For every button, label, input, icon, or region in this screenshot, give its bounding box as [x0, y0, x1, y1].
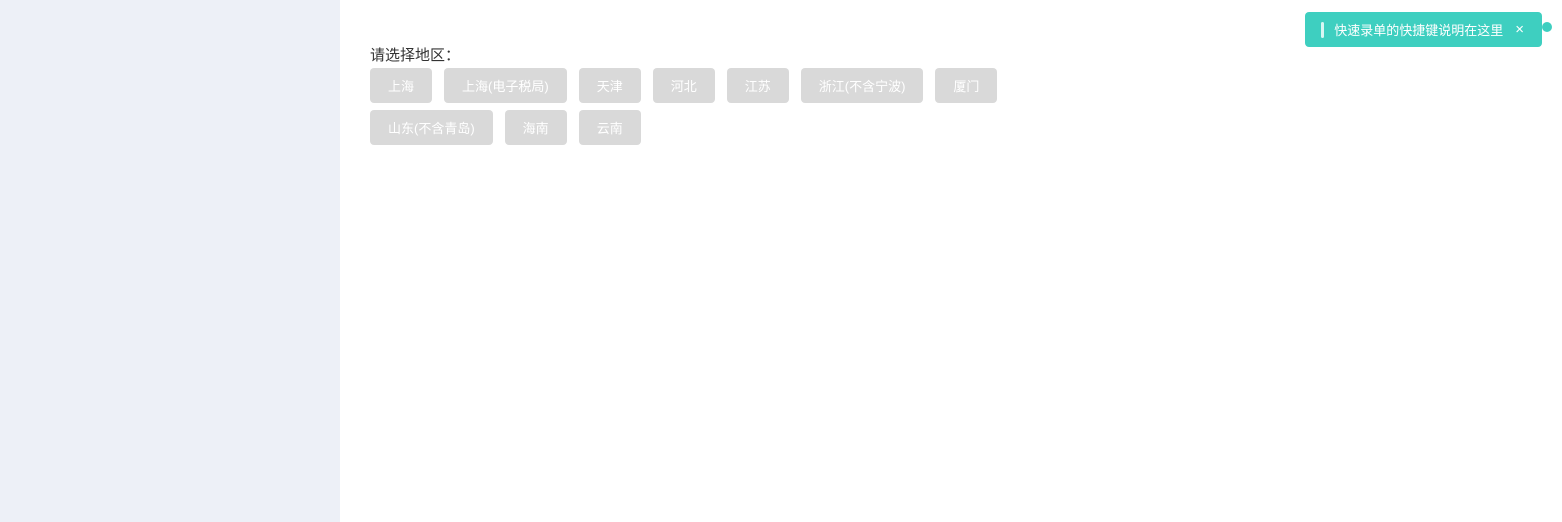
region-buttons-row1: 上海 上海(电子税局) 天津 河北 江苏 浙江(不含宁波) 厦门: [370, 68, 997, 103]
region-buttons-row2: 山东(不含青岛) 海南 云南: [370, 110, 641, 145]
btn-yunnan[interactable]: 云南: [579, 110, 641, 145]
btn-tianjin[interactable]: 天津: [579, 68, 641, 103]
btn-hainan[interactable]: 海南: [505, 110, 567, 145]
tooltip-dot: [1542, 22, 1552, 32]
tooltip-text: 快速录单的快捷键说明在这里: [1334, 20, 1503, 39]
main-content: 请选择地区： 上海 上海(电子税局) 天津 河北 江苏 浙江(不含宁波) 厦门 …: [340, 0, 1562, 522]
btn-shanghai[interactable]: 上海: [370, 68, 432, 103]
left-sidebar: [0, 0, 340, 522]
btn-shanghai-etax[interactable]: 上海(电子税局): [444, 68, 567, 103]
btn-xiamen[interactable]: 厦门: [935, 68, 997, 103]
btn-zhejiang[interactable]: 浙江(不含宁波): [801, 68, 924, 103]
tooltip-bar: [1321, 22, 1324, 38]
tooltip-close-button[interactable]: ×: [1513, 22, 1526, 37]
tooltip-banner: 快速录单的快捷键说明在这里 ×: [1305, 12, 1542, 47]
btn-hebei[interactable]: 河北: [653, 68, 715, 103]
btn-shandong[interactable]: 山东(不含青岛): [370, 110, 493, 145]
btn-jiangsu[interactable]: 江苏: [727, 68, 789, 103]
region-label: 请选择地区：: [370, 44, 460, 65]
